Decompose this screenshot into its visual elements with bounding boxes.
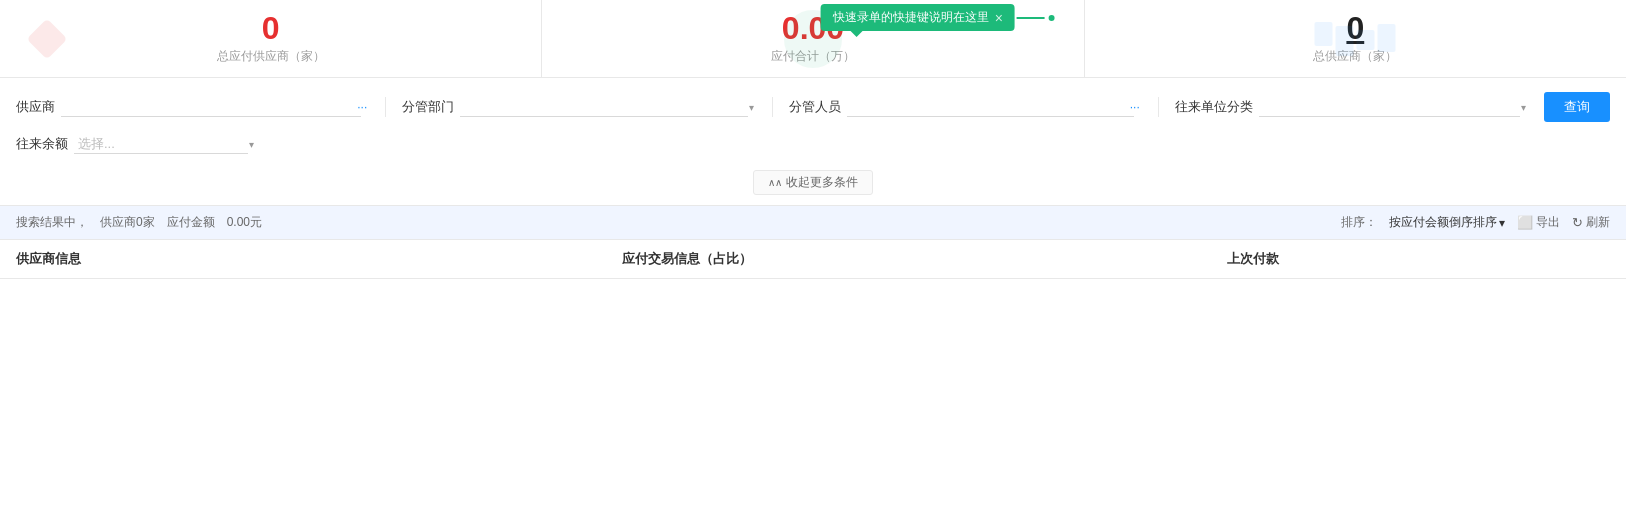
collapse-chevron-icon: ∧∧ <box>768 177 782 188</box>
balance-input[interactable] <box>74 134 248 154</box>
table-area: 供应商信息 应付交易信息（占比） 上次付款 <box>0 240 1626 515</box>
divider-2 <box>772 97 773 117</box>
result-summary: 搜索结果中， 供应商0家 应付金额 0.00元 <box>16 214 262 231</box>
refresh-button[interactable]: ↻ 刷新 <box>1572 214 1610 231</box>
manager-more-btn[interactable]: ··· <box>1130 100 1140 114</box>
divider-1 <box>385 97 386 117</box>
collapse-bar: ∧∧ 收起更多条件 <box>16 164 1610 205</box>
sort-chevron-icon: ▾ <box>1499 216 1505 230</box>
stat-total-payable-amount: 0.00 应付合计（万） 快速录单的快捷键说明在这里 × <box>542 0 1084 77</box>
filter-group-division: 分管部门 ▾ <box>402 97 755 117</box>
stat-label-payable-suppliers: 总应付供应商（家） <box>217 48 325 65</box>
stat-total-payable-suppliers: 0 总应付供应商（家） <box>0 0 542 77</box>
table-header: 供应商信息 应付交易信息（占比） 上次付款 <box>0 240 1626 279</box>
supplier-count: 供应商0家 <box>100 214 155 231</box>
supplier-label: 供应商 <box>16 98 55 116</box>
sort-label: 排序： <box>1341 214 1377 231</box>
supplier-more-btn[interactable]: ··· <box>357 100 367 114</box>
stat-label-payable-amount: 应付合计（万） <box>771 48 855 65</box>
col-header-supplier-info: 供应商信息 <box>16 250 622 268</box>
export-button[interactable]: ⬜ 导出 <box>1517 214 1560 231</box>
filter-area: 供应商 ··· 分管部门 ▾ 分管人员 ··· 往来单位分类 ▾ 查询 <box>0 78 1626 206</box>
tooltip-text: 快速录单的快捷键说明在这里 <box>833 9 989 26</box>
search-result-text: 搜索结果中， <box>16 214 88 231</box>
stats-bar: 0 总应付供应商（家） 0.00 应付合计（万） 快速录单的快捷键说明在这里 × <box>0 0 1626 78</box>
svg-rect-1 <box>34 26 59 51</box>
division-input[interactable] <box>460 97 747 117</box>
shortcut-tooltip: 快速录单的快捷键说明在这里 × <box>821 4 1015 31</box>
tooltip-close[interactable]: × <box>995 10 1003 26</box>
refresh-label: 刷新 <box>1586 214 1610 231</box>
divider-3 <box>1158 97 1159 117</box>
sort-select[interactable]: 按应付会额倒序排序 ▾ <box>1389 214 1505 231</box>
boxes-bg-icon <box>1315 22 1396 56</box>
collapse-button[interactable]: ∧∧ 收起更多条件 <box>753 170 873 195</box>
manager-label: 分管人员 <box>789 98 841 116</box>
unit-category-chevron-icon[interactable]: ▾ <box>1521 102 1526 113</box>
unit-category-input[interactable] <box>1259 97 1520 117</box>
manager-input[interactable] <box>847 97 1134 117</box>
filter-group-supplier: 供应商 ··· <box>16 97 369 117</box>
col-header-trade-info: 应付交易信息（占比） <box>622 250 1228 268</box>
filter-row-2: 往来余额 ▾ <box>16 134 1610 154</box>
filter-group-balance: 往来余额 ▾ <box>16 134 256 154</box>
export-icon: ⬜ <box>1517 215 1533 230</box>
collapse-label: 收起更多条件 <box>786 174 858 191</box>
table-body <box>0 279 1626 515</box>
filter-group-unit-category: 往来单位分类 ▾ <box>1175 97 1528 117</box>
query-button[interactable]: 查询 <box>1544 92 1610 122</box>
export-label: 导出 <box>1536 214 1560 231</box>
division-chevron-icon[interactable]: ▾ <box>749 102 754 113</box>
amount-value: 0.00元 <box>227 214 262 231</box>
balance-label: 往来余额 <box>16 135 68 153</box>
result-actions: 排序： 按应付会额倒序排序 ▾ ⬜ 导出 ↻ 刷新 <box>1341 214 1610 231</box>
result-bar: 搜索结果中， 供应商0家 应付金额 0.00元 排序： 按应付会额倒序排序 ▾ … <box>0 206 1626 240</box>
amount-label: 应付金额 <box>167 214 215 231</box>
refresh-icon: ↻ <box>1572 215 1583 230</box>
division-label: 分管部门 <box>402 98 454 116</box>
filter-row-1: 供应商 ··· 分管部门 ▾ 分管人员 ··· 往来单位分类 ▾ 查询 <box>16 92 1610 122</box>
col-header-last-payment: 上次付款 <box>1227 250 1610 268</box>
unit-category-label: 往来单位分类 <box>1175 98 1253 116</box>
balance-chevron-icon[interactable]: ▾ <box>249 139 254 150</box>
stat-total-suppliers: 0 总供应商（家） <box>1085 0 1626 77</box>
filter-group-manager: 分管人员 ··· <box>789 97 1142 117</box>
svg-rect-0 <box>28 19 66 57</box>
sort-value: 按应付会额倒序排序 <box>1389 214 1497 231</box>
supplier-input[interactable] <box>61 97 361 117</box>
stat-number-payable-suppliers: 0 <box>262 12 280 44</box>
